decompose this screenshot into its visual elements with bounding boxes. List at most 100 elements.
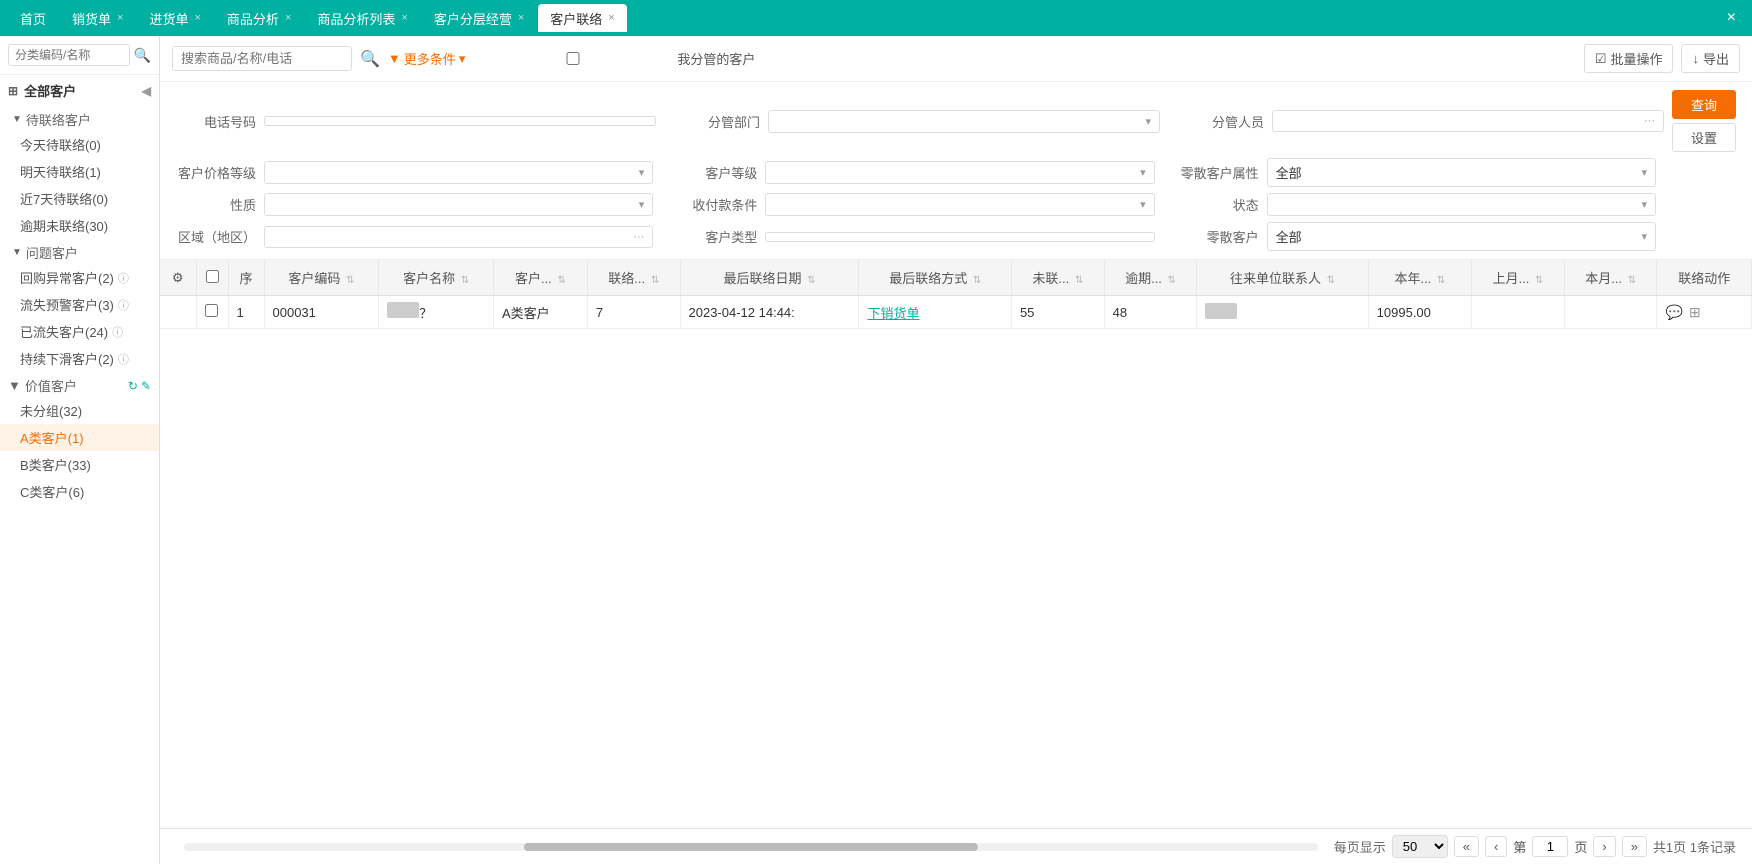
close-icon[interactable]: × (194, 12, 200, 24)
filter-cell-customer-grade: 客户等级 ▾ (677, 161, 1154, 184)
payment-select[interactable]: ▾ (765, 193, 1154, 216)
cell-contact-count: 7 (587, 296, 680, 329)
more-filters-button[interactable]: ▼ 更多条件 ▾ (388, 49, 465, 68)
col-name[interactable]: 客户名称 ⇅ (379, 260, 494, 296)
sidebar-item-churned[interactable]: 已流失客户(24) ⓘ (0, 318, 159, 345)
nav-tab-purchase[interactable]: 进货单 × (137, 4, 212, 32)
col-contact-count[interactable]: 联络... ⇅ (587, 260, 680, 296)
col-code[interactable]: 客户编码 ⇅ (264, 260, 379, 296)
scrollbar-thumb[interactable] (524, 843, 977, 851)
nav-tab-customer-contact[interactable]: 客户联络 × (538, 4, 626, 32)
page-input[interactable] (1532, 836, 1568, 857)
nav-tab-product-list[interactable]: 商品分析列表 × (305, 4, 419, 32)
nav-tab-home[interactable]: 首页 (8, 4, 58, 32)
dept-select[interactable]: ▾ (768, 110, 1160, 133)
cell-checkbox[interactable] (196, 296, 228, 329)
ellipsis-icon: ··· (633, 231, 644, 243)
region-select[interactable]: ··· (264, 226, 653, 248)
price-grade-select[interactable]: ▾ (264, 161, 653, 184)
status-label: 状态 (1179, 195, 1259, 214)
retail-select[interactable]: 全部 ▾ (1267, 222, 1656, 251)
sidebar-item-declining[interactable]: 持续下滑客户(2) ⓘ (0, 345, 159, 372)
col-gear[interactable]: ⚙ (160, 260, 196, 296)
sidebar-search-icon[interactable]: 🔍 (134, 47, 151, 64)
col-category[interactable]: 客户... ⇅ (493, 260, 587, 296)
status-select[interactable]: ▾ (1267, 193, 1656, 216)
chevron-down-icon: ▾ (1641, 230, 1647, 243)
sidebar-item-7days[interactable]: 近7天待联络(0) (0, 185, 159, 212)
page-size-select[interactable]: 50 100 200 (1392, 835, 1448, 858)
select-all-checkbox[interactable] (206, 270, 219, 283)
collapse-icon[interactable]: ◀ (142, 84, 151, 98)
customer-type-select[interactable] (765, 232, 1154, 242)
col-checkbox[interactable] (196, 260, 228, 296)
sidebar-item-repurchase-abnormal[interactable]: 回购异常客户(2) ⓘ (0, 264, 159, 291)
row-action-icons: 💬 ⊞ (1665, 304, 1743, 321)
customer-grade-select[interactable]: ▾ (765, 161, 1154, 184)
col-last-month[interactable]: 上月... ⇅ (1472, 260, 1565, 296)
close-icon[interactable]: × (518, 12, 524, 24)
ellipsis-icon: ··· (1644, 115, 1655, 127)
close-icon[interactable]: × (401, 12, 407, 24)
prev-page-button[interactable]: ‹ (1485, 836, 1507, 857)
close-icon[interactable]: × (608, 12, 614, 24)
customer-type-label: 客户类型 (677, 227, 757, 246)
sidebar-search-input[interactable] (8, 44, 130, 66)
chat-icon[interactable]: 💬 (1665, 304, 1682, 321)
bottom-bar: 每页显示 50 100 200 « ‹ 第 页 › » 共1页 1条记录 (160, 828, 1752, 864)
nature-select[interactable]: ▾ (264, 193, 653, 216)
sidebar-item-churn-warning[interactable]: 流失预警客户(3) ⓘ (0, 291, 159, 318)
sidebar-item-a-class[interactable]: A类客户(1) (0, 424, 159, 451)
qr-icon[interactable]: ⊞ (1689, 304, 1701, 321)
query-button[interactable]: 查询 (1672, 90, 1736, 119)
col-index: 序 (228, 260, 264, 296)
batch-op-button[interactable]: ☑ 批量操作 (1584, 44, 1674, 73)
filter-cell-dept: 分管部门 ▾ (680, 110, 1160, 133)
nav-tab-customer-segment[interactable]: 客户分层经营 × (422, 4, 536, 32)
col-this-month[interactable]: 本月... ⇅ (1564, 260, 1657, 296)
setting-button[interactable]: 设置 (1672, 123, 1736, 152)
next-page-button[interactable]: › (1593, 836, 1615, 857)
refresh-icon[interactable]: ↻ (128, 379, 138, 393)
sidebar-item-today[interactable]: 今天待联络(0) (0, 131, 159, 158)
sidebar-item-unclassified[interactable]: 未分组(32) (0, 397, 159, 424)
sidebar-item-b-class[interactable]: B类客户(33) (0, 451, 159, 478)
pagination: 每页显示 50 100 200 « ‹ 第 页 › » 共1页 1条记录 (1334, 835, 1736, 858)
sidebar-group-problem[interactable]: ▼ 问题客户 (0, 239, 159, 264)
search-button[interactable]: 🔍 (360, 49, 380, 69)
sidebar-item-overdue[interactable]: 逾期未联络(30) (0, 212, 159, 239)
cell-last-method[interactable]: 下销货单 (859, 296, 1011, 329)
col-action: 联络动作 (1657, 260, 1752, 296)
export-button[interactable]: ↓ 导出 (1681, 44, 1740, 73)
close-icon[interactable]: × (285, 12, 291, 24)
person-select[interactable]: ··· (1272, 110, 1664, 132)
col-overdue[interactable]: 逾期... ⇅ (1104, 260, 1197, 296)
my-customers-check[interactable] (473, 52, 673, 65)
edit-icon[interactable]: ✎ (141, 379, 151, 393)
nav-tab-product-analysis[interactable]: 商品分析 × (215, 4, 303, 32)
phone-select[interactable] (264, 116, 656, 126)
gear-icon[interactable]: ⚙ (172, 270, 184, 285)
action-buttons: 查询 设置 (1672, 90, 1736, 152)
sidebar-item-c-class[interactable]: C类客户(6) (0, 478, 159, 505)
sidebar-group-pending[interactable]: ▼ 待联络客户 (0, 106, 159, 131)
col-not-contacted[interactable]: 未联... ⇅ (1011, 260, 1104, 296)
sidebar-item-tomorrow[interactable]: 明天待联络(1) (0, 158, 159, 185)
cell-this-year: 10995.00 (1368, 296, 1471, 329)
first-page-button[interactable]: « (1454, 836, 1479, 857)
retail-attr-select[interactable]: 全部 ▾ (1267, 158, 1656, 187)
last-method-link[interactable]: 下销货单 (867, 306, 919, 321)
col-last-date[interactable]: 最后联络日期 ⇅ (680, 260, 859, 296)
col-contact-person[interactable]: 往来单位联系人 ⇅ (1197, 260, 1368, 296)
close-icon[interactable]: × (117, 12, 123, 24)
search-input[interactable] (172, 46, 352, 71)
col-last-method[interactable]: 最后联络方式 ⇅ (859, 260, 1011, 296)
nav-tab-sales[interactable]: 销货单 × (60, 4, 135, 32)
row-checkbox[interactable] (205, 304, 218, 317)
horizontal-scrollbar[interactable] (184, 843, 1318, 851)
my-customers-checkbox[interactable]: 我分管的客户 (473, 49, 755, 68)
col-this-year[interactable]: 本年... ⇅ (1368, 260, 1471, 296)
close-all-button[interactable]: × (1719, 9, 1744, 27)
last-page-button[interactable]: » (1622, 836, 1647, 857)
all-customers-header[interactable]: ⊞ 全部客户 ◀ (0, 75, 159, 106)
